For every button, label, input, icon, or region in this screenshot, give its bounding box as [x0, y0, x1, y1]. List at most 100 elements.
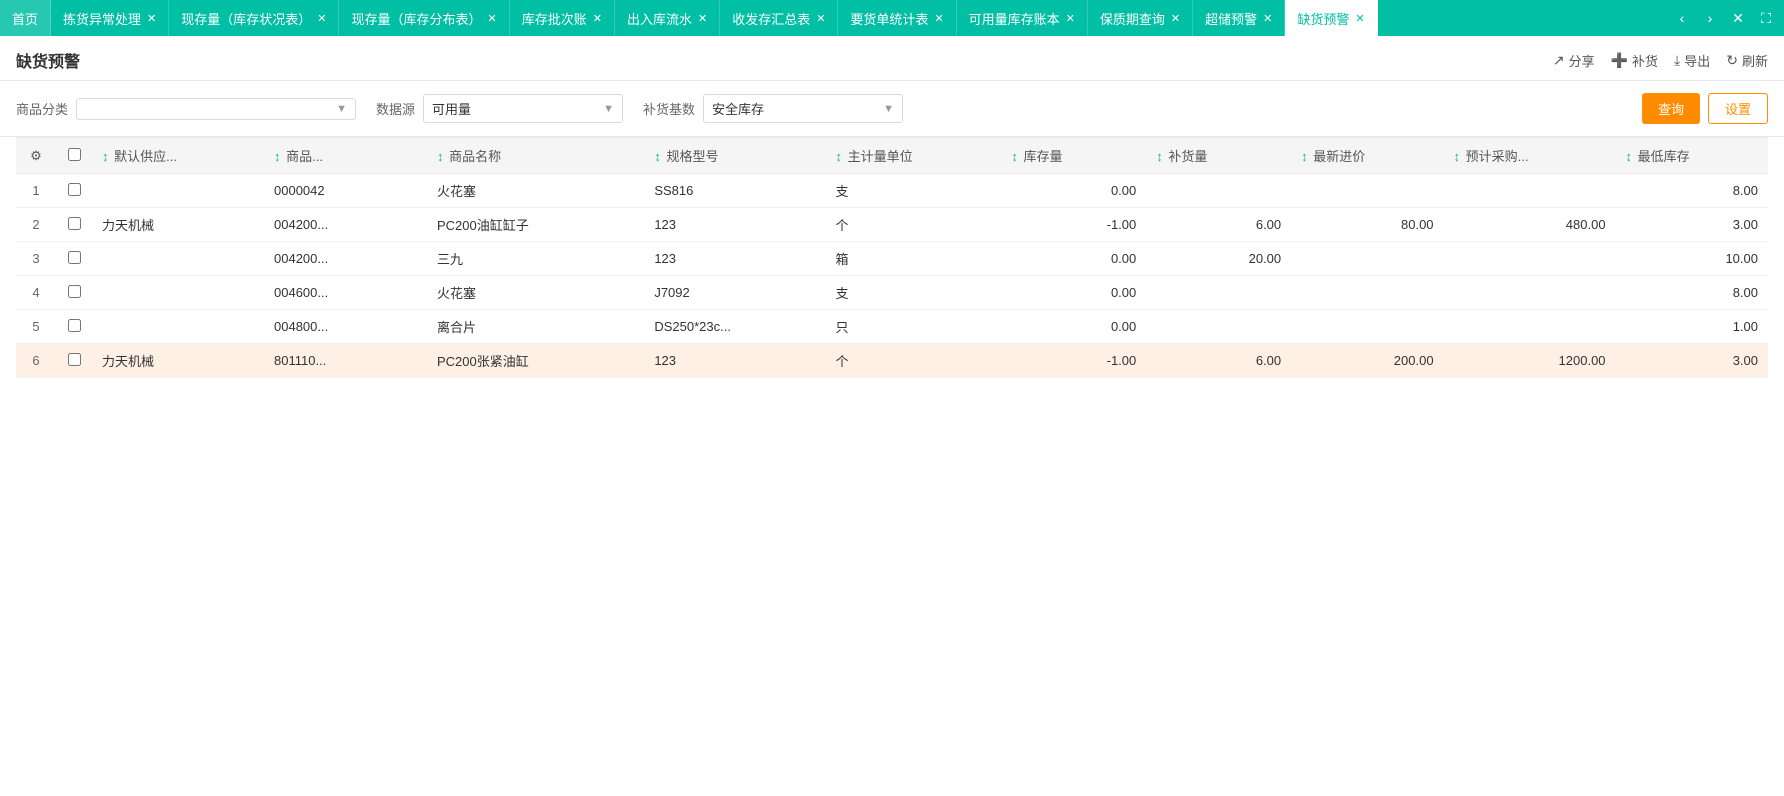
- row-checkbox-cell: [56, 276, 92, 310]
- row-checkbox-cell: [56, 208, 92, 242]
- nav-close-button[interactable]: ✕: [1724, 4, 1752, 32]
- nav-tab-avail-ledger[interactable]: 可用量库存账本 ✕: [957, 0, 1088, 36]
- row-est-purchase: [1444, 276, 1616, 310]
- row-name: 离合片: [427, 310, 644, 344]
- page-container: 缺货预警 ↗ 分享 ➕ 补货 ⤓ 导出 ↻ 刷新 商品分类: [0, 36, 1784, 796]
- close-icon[interactable]: ✕: [488, 12, 497, 25]
- th-checkbox[interactable]: [56, 138, 92, 174]
- nav-tab-batch-account[interactable]: 库存批次账 ✕: [510, 0, 615, 36]
- filter-bar: 商品分类 ▼ 数据源 可用量 ▼ 补货基数 安全库存 ▼ 查询 设置: [0, 81, 1784, 137]
- datasource-filter: 数据源 可用量 ▼: [376, 94, 623, 123]
- chevron-down-icon: ▼: [336, 103, 347, 115]
- query-button[interactable]: 查询: [1642, 93, 1700, 124]
- row-checkbox[interactable]: [68, 319, 81, 332]
- row-num: 1: [16, 174, 56, 208]
- nav-tab-inventory-status[interactable]: 现存量（库存状况表） ✕: [169, 0, 339, 36]
- close-icon[interactable]: ✕: [317, 12, 326, 25]
- row-checkbox[interactable]: [68, 183, 81, 196]
- category-select[interactable]: ▼: [76, 98, 356, 120]
- chevron-down-icon: ▼: [883, 103, 894, 115]
- export-button[interactable]: ⤓ 导出: [1674, 51, 1710, 70]
- row-spec: J7092: [644, 276, 825, 310]
- replenish-button[interactable]: ➕ 补货: [1611, 51, 1658, 70]
- close-icon[interactable]: ✕: [147, 12, 156, 25]
- close-icon[interactable]: ✕: [816, 12, 825, 25]
- nav-tab-demand-stat[interactable]: 要货单统计表 ✕: [838, 0, 956, 36]
- nav-tab-inventory-dist[interactable]: 现存量（库存分布表） ✕: [339, 0, 509, 36]
- table-row: 5 004800... 离合片 DS250*23c... 只 0.00 1.00: [16, 310, 1768, 344]
- row-spec: 123: [644, 208, 825, 242]
- page-header: 缺货预警 ↗ 分享 ➕ 补货 ⤓ 导出 ↻ 刷新: [0, 36, 1784, 81]
- row-checkbox-cell: [56, 242, 92, 276]
- nav-tab-pick-exception[interactable]: 拣货异常处理 ✕: [51, 0, 169, 36]
- close-icon[interactable]: ✕: [1066, 12, 1075, 25]
- sort-icon: ↕: [1301, 149, 1308, 164]
- replenish-base-select[interactable]: 安全库存 ▼: [703, 94, 903, 123]
- th-gear[interactable]: ⚙: [16, 138, 56, 174]
- sort-icon: ↕: [1011, 149, 1018, 164]
- nav-tab-inout-flow[interactable]: 出入库流水 ✕: [615, 0, 720, 36]
- row-min-stock: 3.00: [1616, 344, 1768, 378]
- nav-fullscreen-button[interactable]: ⛶: [1752, 4, 1780, 32]
- row-min-stock: 3.00: [1616, 208, 1768, 242]
- row-num: 6: [16, 344, 56, 378]
- nav-tab-overstock-warn[interactable]: 超储预警 ✕: [1193, 0, 1285, 36]
- row-unit: 只: [825, 310, 1001, 344]
- refresh-icon: ↻: [1726, 52, 1738, 69]
- row-code: 801110...: [264, 344, 427, 378]
- nav-tab-expiry-query[interactable]: 保质期查询 ✕: [1088, 0, 1193, 36]
- row-name: PC200油缸缸子: [427, 208, 644, 242]
- category-filter: 商品分类 ▼: [16, 98, 356, 120]
- export-icon: ⤓: [1674, 52, 1680, 69]
- row-replenish: [1146, 276, 1291, 310]
- table-row: 6 力天机械 801110... PC200张紧油缸 123 个 -1.00 6…: [16, 344, 1768, 378]
- datasource-select[interactable]: 可用量 ▼: [423, 94, 623, 123]
- row-checkbox[interactable]: [68, 353, 81, 366]
- th-unit: ↕ 主计量单位: [825, 138, 1001, 174]
- row-supplier: [92, 174, 264, 208]
- th-code: ↕ 商品...: [264, 138, 427, 174]
- row-code: 004200...: [264, 208, 427, 242]
- datasource-value: 可用量: [432, 99, 471, 118]
- nav-prev-button[interactable]: ‹: [1668, 4, 1696, 32]
- close-icon[interactable]: ✕: [1263, 12, 1272, 25]
- row-latest-price: [1291, 242, 1443, 276]
- settings-button[interactable]: 设置: [1708, 93, 1768, 124]
- row-latest-price: 80.00: [1291, 208, 1443, 242]
- category-label: 商品分类: [16, 99, 68, 118]
- nav-tab-recv-summary[interactable]: 收发存汇总表 ✕: [720, 0, 838, 36]
- refresh-button[interactable]: ↻ 刷新: [1726, 51, 1768, 70]
- row-min-stock: 8.00: [1616, 276, 1768, 310]
- close-icon[interactable]: ✕: [934, 12, 943, 25]
- data-table: ⚙ ↕ 默认供应... ↕ 商品... ↕ 商品名称: [16, 137, 1768, 378]
- sort-icon: ↕: [1626, 149, 1633, 164]
- nav-tab-home[interactable]: 首页: [0, 0, 51, 36]
- row-stock: 0.00: [1001, 310, 1146, 344]
- th-est-purchase: ↕ 预计采购...: [1444, 138, 1616, 174]
- close-icon[interactable]: ✕: [593, 12, 602, 25]
- select-all-checkbox[interactable]: [68, 148, 81, 161]
- close-icon[interactable]: ✕: [1171, 12, 1180, 25]
- row-checkbox[interactable]: [68, 251, 81, 264]
- th-min-stock: ↕ 最低库存: [1616, 138, 1768, 174]
- row-checkbox-cell: [56, 174, 92, 208]
- close-icon[interactable]: ✕: [698, 12, 707, 25]
- row-latest-price: 200.00: [1291, 344, 1443, 378]
- row-replenish: 6.00: [1146, 208, 1291, 242]
- filter-actions: 查询 设置: [1642, 93, 1768, 124]
- share-button[interactable]: ↗ 分享: [1553, 51, 1595, 70]
- row-num: 4: [16, 276, 56, 310]
- row-code: 004600...: [264, 276, 427, 310]
- nav-tab-shortage-warn[interactable]: 缺货预警 ✕: [1285, 0, 1377, 36]
- header-actions: ↗ 分享 ➕ 补货 ⤓ 导出 ↻ 刷新: [1553, 51, 1768, 70]
- replenish-icon: ➕: [1611, 52, 1628, 69]
- close-icon[interactable]: ✕: [1355, 12, 1364, 25]
- nav-next-button[interactable]: ›: [1696, 4, 1724, 32]
- row-checkbox[interactable]: [68, 285, 81, 298]
- row-checkbox[interactable]: [68, 217, 81, 230]
- th-stock: ↕ 库存量: [1001, 138, 1146, 174]
- th-spec: ↕ 规格型号: [644, 138, 825, 174]
- row-stock: 0.00: [1001, 174, 1146, 208]
- row-num: 5: [16, 310, 56, 344]
- top-nav: 首页 拣货异常处理 ✕ 现存量（库存状况表） ✕ 现存量（库存分布表） ✕ 库存…: [0, 0, 1784, 36]
